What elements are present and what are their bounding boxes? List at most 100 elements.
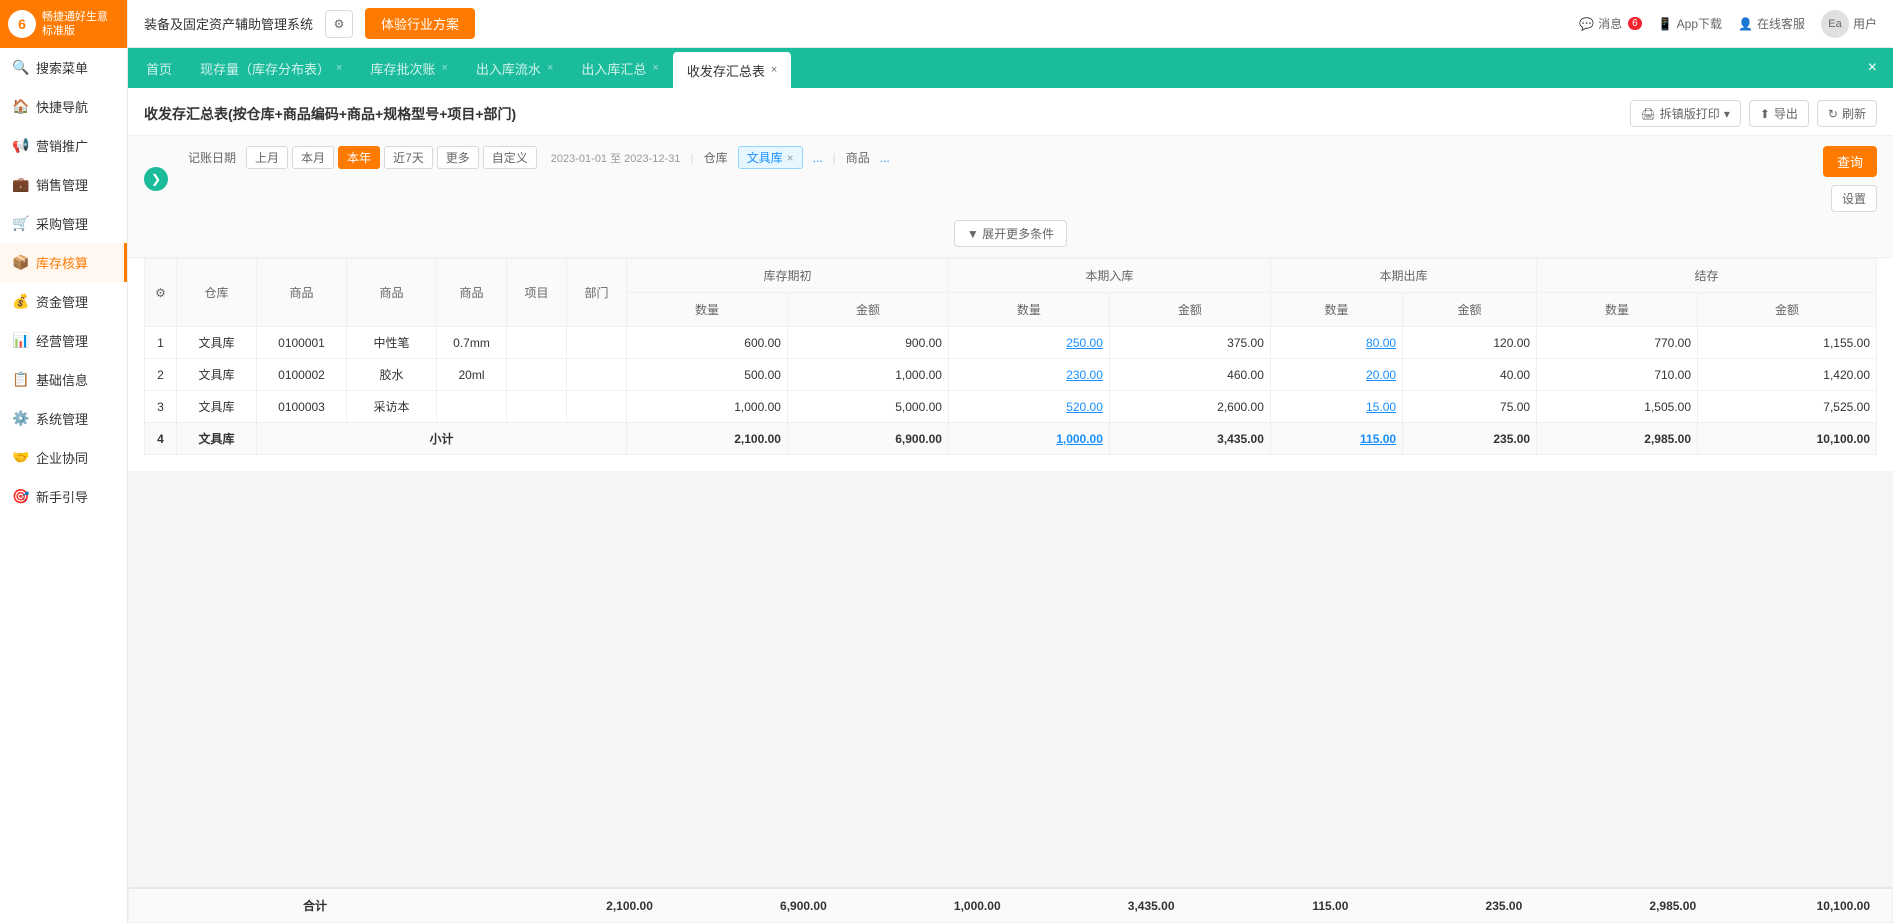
sidebar-label-newbie: 新手引导 <box>36 487 88 506</box>
service-button[interactable]: 👤 在线客服 <box>1738 15 1805 32</box>
page-header: 收发存汇总表(按仓库+商品编码+商品+规格型号+项目+部门) 🖨 拆镇版打印 ▾… <box>128 88 1893 136</box>
footer-out-amt: 235.00 <box>1354 899 1528 913</box>
date-btn-本年[interactable]: 本年 <box>338 146 380 169</box>
sidebar-item-business[interactable]: 📊经营管理 <box>0 321 127 360</box>
cell-out-amt: 120.00 <box>1403 327 1537 359</box>
tab-inout_summary[interactable]: 出入库汇总 × <box>567 48 672 88</box>
cell-in-qty[interactable]: 230.00 <box>948 359 1109 391</box>
settings-button[interactable]: 设置 <box>1831 185 1877 212</box>
expand-conditions-button[interactable]: ▼ 展开更多条件 <box>954 220 1067 247</box>
basic-icon: 📋 <box>12 371 30 388</box>
cell-out-qty[interactable]: 80.00 <box>1270 327 1402 359</box>
refresh-button[interactable]: ↻ 刷新 <box>1817 100 1877 127</box>
footer-bal-qty: 2,985.00 <box>1528 899 1702 913</box>
cell-out-qty[interactable]: 20.00 <box>1270 359 1402 391</box>
sidebar-item-finance[interactable]: 💰资金管理 <box>0 282 127 321</box>
cell-open-qty: 1,000.00 <box>627 391 788 423</box>
topbar: 装备及固定资产辅助管理系统 ⚙ 体验行业方案 💬 消息 6 📱 App下载 👤 … <box>128 0 1893 48</box>
print-button[interactable]: 🖨 拆镇版打印 ▾ <box>1630 100 1741 127</box>
th-name: 商品 <box>347 259 437 327</box>
sidebar-item-basic[interactable]: 📋基础信息 <box>0 360 127 399</box>
enterprise-icon: 🤝 <box>12 449 30 466</box>
message-button[interactable]: 💬 消息 6 <box>1579 15 1642 32</box>
sidebar-item-sales[interactable]: 💼 销售管理 <box>0 165 127 204</box>
message-icon: 💬 <box>1579 17 1594 31</box>
cell-open-amt: 5,000.00 <box>787 391 948 423</box>
sidebar-item-system[interactable]: ⚙️ 系统管理 <box>0 399 127 438</box>
cell-out-amt: 75.00 <box>1403 391 1537 423</box>
tab-close-recv_summary[interactable]: × <box>771 64 777 76</box>
table-footer: 合计 2,100.00 6,900.00 1,000.00 3,435.00 1… <box>128 887 1893 923</box>
search-icon: 🔍 <box>12 59 30 76</box>
filter-fields: 记账日期 上月本月本年近7天更多自定义 2023-01-01 至 2023-12… <box>188 146 1815 169</box>
query-button[interactable]: 查询 <box>1823 146 1877 177</box>
sidebar-item-quicknav[interactable]: 🏠快捷导航 <box>0 87 127 126</box>
th-out-qty: 数量 <box>1270 293 1402 327</box>
sidebar-item-search[interactable]: 🔍搜索菜单 <box>0 48 127 87</box>
warehouse-more[interactable]: ... <box>813 151 823 165</box>
tab-inout_flow[interactable]: 出入库流水× <box>462 48 567 88</box>
tab-label-home: 首页 <box>146 59 172 78</box>
cell-in-qty[interactable]: 250.00 <box>948 327 1109 359</box>
export-button[interactable]: ⬆ 导出 <box>1749 100 1809 127</box>
sidebar-item-marketing[interactable]: 📢营销推广 <box>0 126 127 165</box>
cell-seq: 3 <box>145 391 177 423</box>
user-button[interactable]: Ea 用户 <box>1821 10 1877 38</box>
cell-in-amt: 2,600.00 <box>1109 391 1270 423</box>
sidebar-label-system: 系统管理 <box>36 409 88 428</box>
cell-out-qty[interactable]: 15.00 <box>1270 391 1402 423</box>
cell-bal-amt: 7,525.00 <box>1698 391 1877 423</box>
collapse-button[interactable]: ❯ <box>144 167 168 191</box>
tab-close-inout_summary[interactable]: × <box>652 62 658 74</box>
sidebar-item-enterprise[interactable]: 🤝企业协同 <box>0 438 127 477</box>
subtotal-out-qty[interactable]: 115.00 <box>1270 423 1402 455</box>
goods-more[interactable]: ... <box>880 151 890 165</box>
th-in-amt: 金额 <box>1109 293 1270 327</box>
newbie-icon: 🎯 <box>12 488 30 505</box>
date-btn-上月[interactable]: 上月 <box>246 146 288 169</box>
date-btn-本月[interactable]: 本月 <box>292 146 334 169</box>
tab-batch[interactable]: 库存批次账× <box>356 48 461 88</box>
gear-button[interactable]: ⚙ <box>325 10 353 38</box>
sales-icon: 💼 <box>12 176 30 193</box>
cell-in-qty[interactable]: 520.00 <box>948 391 1109 423</box>
tab-recv_summary[interactable]: 收发存汇总表× <box>673 52 791 88</box>
th-out-amt: 金额 <box>1403 293 1537 327</box>
date-btn-更多[interactable]: 更多 <box>437 146 479 169</box>
subtotal-in-qty[interactable]: 1,000.00 <box>948 423 1109 455</box>
th-settings[interactable]: ⚙ <box>145 259 177 327</box>
subtotal-row: 4 文具库 小计 2,100.00 6,900.00 1,000.00 3,43… <box>145 423 1877 455</box>
system-icon: ⚙️ <box>12 410 30 427</box>
trial-button[interactable]: 体验行业方案 <box>365 8 475 39</box>
user-avatar: Ea <box>1821 10 1849 38</box>
subtotal-in-amt: 3,435.00 <box>1109 423 1270 455</box>
tab-close-inventory_dist[interactable]: × <box>336 62 342 74</box>
th-open-amt: 金额 <box>787 293 948 327</box>
cell-project <box>507 327 567 359</box>
tab-close-batch[interactable]: × <box>441 62 447 74</box>
print-dropdown-icon: ▾ <box>1724 107 1730 121</box>
table-row: 2 文具库 0100002 胶水 20ml 500.00 1,000.00 23… <box>145 359 1877 391</box>
th-code: 商品 <box>257 259 347 327</box>
warehouse-tag-close[interactable]: × <box>787 151 794 165</box>
tab-home[interactable]: 首页 <box>132 48 186 88</box>
date-btn-自定义[interactable]: 自定义 <box>483 146 537 169</box>
sidebar-item-purchase[interactable]: 🛒采购管理 <box>0 204 127 243</box>
tab-label-inventory_dist: 现存量（库存分布表） <box>200 59 330 78</box>
sidebar-item-newbie[interactable]: 🎯 新手引导 <box>0 477 127 516</box>
cell-project <box>507 391 567 423</box>
tabbar-close-all[interactable]: × <box>1856 59 1889 77</box>
cell-warehouse: 文具库 <box>177 327 257 359</box>
cell-name: 中性笔 <box>347 327 437 359</box>
tab-inventory_dist[interactable]: 现存量（库存分布表） × <box>186 48 356 88</box>
footer-in-amt: 3,435.00 <box>1007 899 1181 913</box>
sidebar-label-sales: 销售管理 <box>36 175 88 194</box>
purchase-icon: 🛒 <box>12 215 30 232</box>
tab-close-inout_flow[interactable]: × <box>547 62 553 74</box>
footer-label: 合计 <box>145 897 485 914</box>
date-btn-近7天[interactable]: 近7天 <box>384 146 433 169</box>
app-download-button[interactable]: 📱 App下载 <box>1658 15 1722 32</box>
tab-label-inout_summary: 出入库汇总 <box>581 59 646 78</box>
sidebar-item-inventory[interactable]: 📦库存核算 <box>0 243 127 282</box>
date-range: 2023-01-01 至 2023-12-31 <box>551 150 681 166</box>
